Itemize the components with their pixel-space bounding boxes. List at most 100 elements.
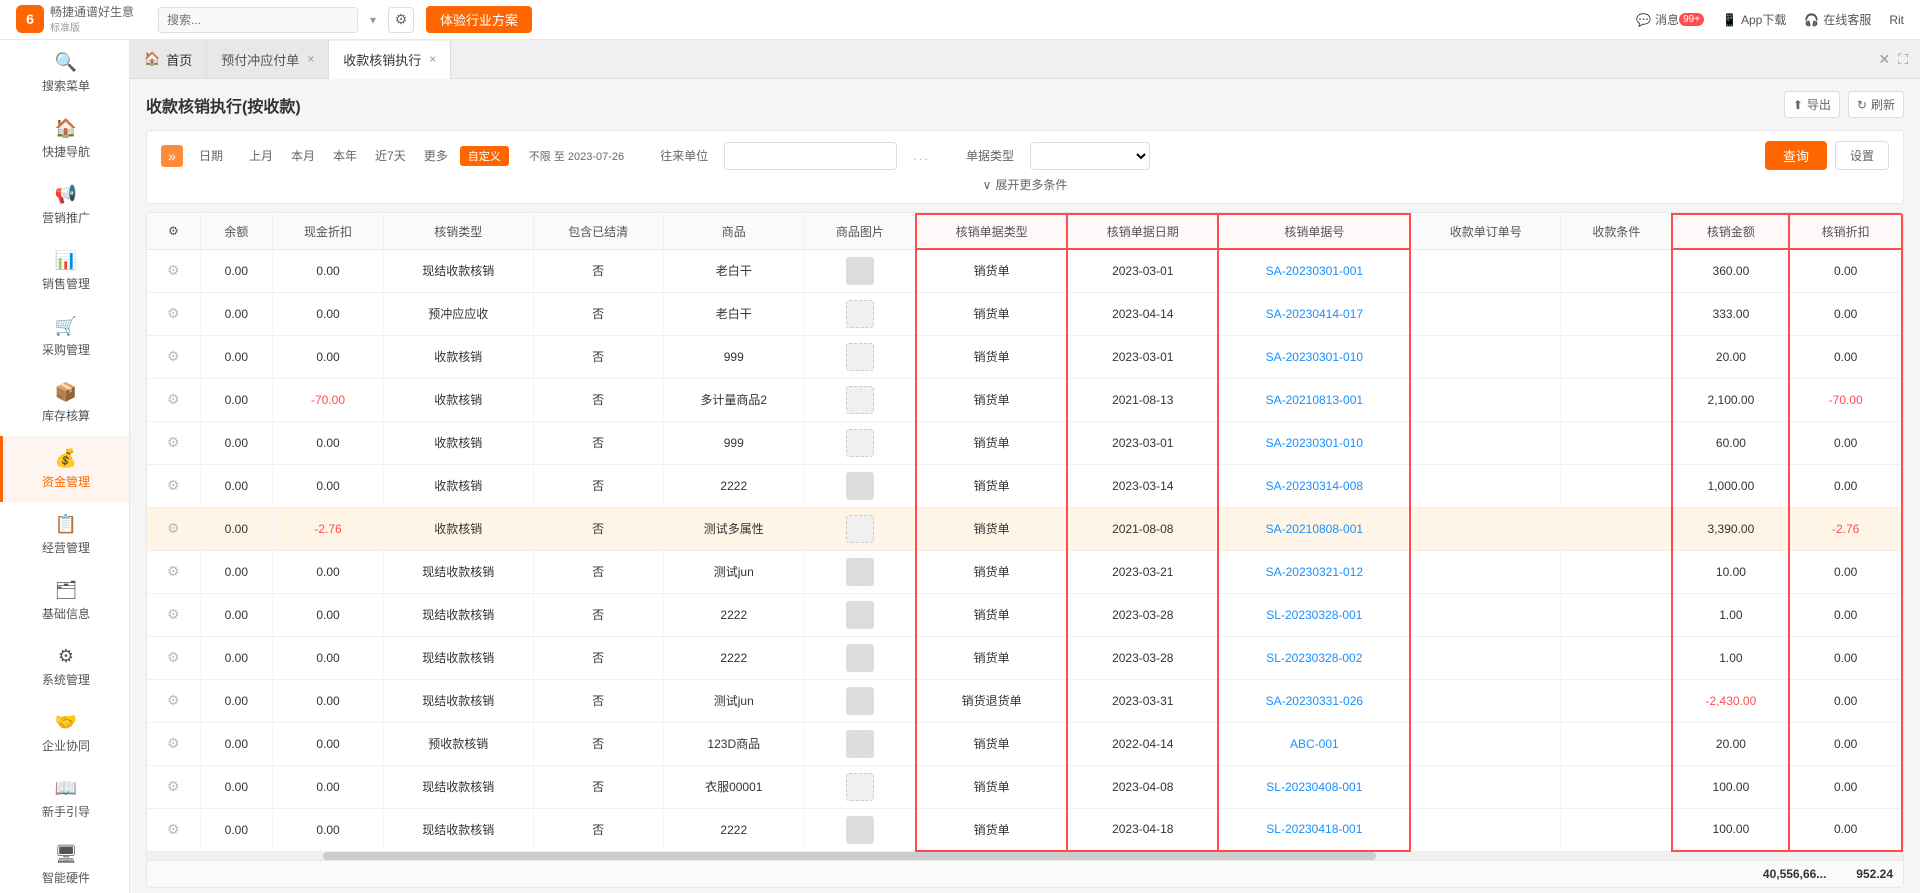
cell-write-off-type: 现结收款核销 (383, 679, 533, 722)
cell-included-settled: 否 (533, 550, 663, 593)
cell-write-off-amount: 3,390.00 (1672, 507, 1789, 550)
this-month-link[interactable]: 本月 (285, 145, 321, 166)
finance-icon: 💰 (55, 448, 77, 469)
cell-bill-no[interactable]: SA-20210813-001 (1218, 378, 1410, 421)
cell-goods: 多计量商品2 (663, 378, 804, 421)
more-link[interactable]: 更多 (418, 145, 454, 166)
cell-bill-no[interactable]: SL-20230418-001 (1218, 808, 1410, 851)
query-btn[interactable]: 查询 (1765, 141, 1827, 170)
sidebar-item-operation[interactable]: 📋 经营管理 (0, 502, 129, 568)
tab-prepay[interactable]: 预付冲应付单 × (207, 40, 329, 78)
online-service-btn[interactable]: 🎧 在线客服 (1804, 11, 1871, 28)
cell-bill-date: 2021-08-08 (1067, 507, 1218, 550)
user-name[interactable]: Rit (1889, 13, 1904, 27)
col-goods-image-header: 商品图片 (804, 214, 916, 249)
cell-goods: 2222 (663, 636, 804, 679)
cell-receipt-condition (1561, 550, 1673, 593)
sidebar-item-base[interactable]: 🗂 基础信息 (0, 568, 129, 634)
cell-gear: ⚙ (147, 421, 200, 464)
tab-receipt[interactable]: 收款核销执行 × (329, 41, 451, 79)
sidebar-item-nav[interactable]: 🏠 快捷导航 (0, 106, 129, 172)
cell-goods: 测试多属性 (663, 507, 804, 550)
cell-bill-no[interactable]: SA-20230321-012 (1218, 550, 1410, 593)
table-body: ⚙ 0.00 0.00 现结收款核销 否 老白干 销货单 2023-03-01 … (147, 249, 1902, 851)
cell-bill-no[interactable]: SA-20230301-010 (1218, 421, 1410, 464)
search-input[interactable] (158, 7, 358, 33)
sidebar-item-label-nav: 快捷导航 (42, 143, 90, 160)
cell-bill-no[interactable]: SA-20230414-017 (1218, 292, 1410, 335)
logo-sub: 标准版 (50, 19, 134, 34)
system-icon: ⚙ (58, 646, 74, 667)
cell-bill-type: 销货退货单 (916, 679, 1067, 722)
cell-bill-no[interactable]: ABC-001 (1218, 722, 1410, 765)
sidebar-item-label-corp: 企业协同 (42, 737, 90, 754)
cell-bill-no[interactable]: SA-20230314-008 (1218, 464, 1410, 507)
sidebar-item-label-base: 基础信息 (42, 605, 90, 622)
bill-type-select[interactable] (1030, 142, 1150, 170)
sidebar-item-smart[interactable]: 🖥 智能硬件 (0, 832, 129, 893)
party-input[interactable] (724, 142, 897, 170)
settings-btn[interactable]: 设置 (1835, 141, 1889, 170)
window-close-icon[interactable]: ✕ (1878, 51, 1890, 68)
cell-bill-no[interactable]: SA-20230331-026 (1218, 679, 1410, 722)
refresh-btn[interactable]: ↻ 刷新 (1848, 91, 1904, 118)
cell-bill-date: 2021-08-13 (1067, 378, 1218, 421)
table-row: ⚙ 0.00 0.00 现结收款核销 否 2222 销货单 2023-03-28… (147, 636, 1902, 679)
cell-bill-no[interactable]: SL-20230328-001 (1218, 593, 1410, 636)
filter-collapse-btn[interactable]: » (161, 145, 183, 167)
cell-goods-image (804, 550, 916, 593)
app-download-btn[interactable]: 📱 App下载 (1722, 11, 1786, 28)
cell-gear: ⚙ (147, 335, 200, 378)
cell-bill-no[interactable]: SL-20230408-001 (1218, 765, 1410, 808)
cell-write-off-discount: 0.00 (1789, 249, 1902, 292)
party-dots: ... (913, 148, 930, 163)
cell-balance: 0.00 (200, 292, 272, 335)
tab-home[interactable]: 🏠 首页 (130, 40, 207, 78)
tab-prepay-close[interactable]: × (307, 52, 314, 66)
custom-btn[interactable]: 自定义 (460, 146, 509, 166)
msg-badge: 99+ (1679, 13, 1704, 26)
sidebar-item-corp[interactable]: 🤝 企业协同 (0, 700, 129, 766)
cell-cash-discount: 0.00 (273, 335, 384, 378)
table-row: ⚙ 0.00 0.00 收款核销 否 999 销货单 2023-03-01 SA… (147, 421, 1902, 464)
cell-cash-discount: 0.00 (273, 292, 384, 335)
cell-write-off-amount: 333.00 (1672, 292, 1789, 335)
sidebar-item-guide[interactable]: 📖 新手引导 (0, 766, 129, 832)
this-year-link[interactable]: 本年 (327, 145, 363, 166)
filter-bar: » 日期 上月 本月 本年 近7天 更多 自定义 不限 至 2023-07-26… (146, 130, 1904, 204)
filter-row-1: » 日期 上月 本月 本年 近7天 更多 自定义 不限 至 2023-07-26… (161, 141, 1889, 170)
col-balance-header: 余额 (200, 214, 272, 249)
scrollbar-thumb[interactable] (323, 852, 1377, 860)
col-cash-discount-header: 现金折扣 (273, 214, 384, 249)
industry-btn[interactable]: 体验行业方案 (426, 6, 532, 33)
cell-write-off-type: 收款核销 (383, 335, 533, 378)
tab-receipt-close[interactable]: × (429, 52, 436, 66)
export-btn[interactable]: ⬆ 导出 (1784, 91, 1840, 118)
sidebar-item-inventory[interactable]: 📦 库存核算 (0, 370, 129, 436)
sidebar-item-search[interactable]: 🔍 搜索菜单 (0, 40, 129, 106)
marketing-icon: 📢 (55, 184, 77, 205)
window-expand-icon[interactable]: ⛶ (1898, 51, 1908, 68)
cell-bill-no[interactable]: SA-20230301-010 (1218, 335, 1410, 378)
settings-icon[interactable]: ⚙ (388, 7, 414, 33)
last-month-link[interactable]: 上月 (243, 145, 279, 166)
cell-write-off-type: 预冲应应收 (383, 292, 533, 335)
last-7-link[interactable]: 近7天 (369, 145, 412, 166)
cell-bill-no[interactable]: SA-20210808-001 (1218, 507, 1410, 550)
table-row: ⚙ 0.00 -70.00 收款核销 否 多计量商品2 销货单 2021-08-… (147, 378, 1902, 421)
messages-btn[interactable]: 💬 消息 99+ (1636, 11, 1704, 28)
expand-more-btn[interactable]: ∨ 展开更多条件 (983, 176, 1068, 193)
chevron-down-icon[interactable]: ▾ (370, 13, 376, 27)
sidebar-item-finance[interactable]: 💰 资金管理 (0, 436, 129, 502)
sidebar-item-system[interactable]: ⚙ 系统管理 (0, 634, 129, 700)
sidebar-item-purchase[interactable]: 🛒 采购管理 (0, 304, 129, 370)
sidebar-item-sales[interactable]: 📊 销售管理 (0, 238, 129, 304)
horizontal-scrollbar[interactable] (147, 852, 1903, 860)
sidebar-item-marketing[interactable]: 📢 营销推广 (0, 172, 129, 238)
cell-bill-no[interactable]: SA-20230301-001 (1218, 249, 1410, 292)
headset-icon: 🎧 (1804, 13, 1819, 27)
sidebar-item-label-finance: 资金管理 (42, 473, 90, 490)
cell-bill-no[interactable]: SL-20230328-002 (1218, 636, 1410, 679)
col-included-settled-header: 包含已结清 (533, 214, 663, 249)
cell-bill-type: 销货单 (916, 636, 1067, 679)
